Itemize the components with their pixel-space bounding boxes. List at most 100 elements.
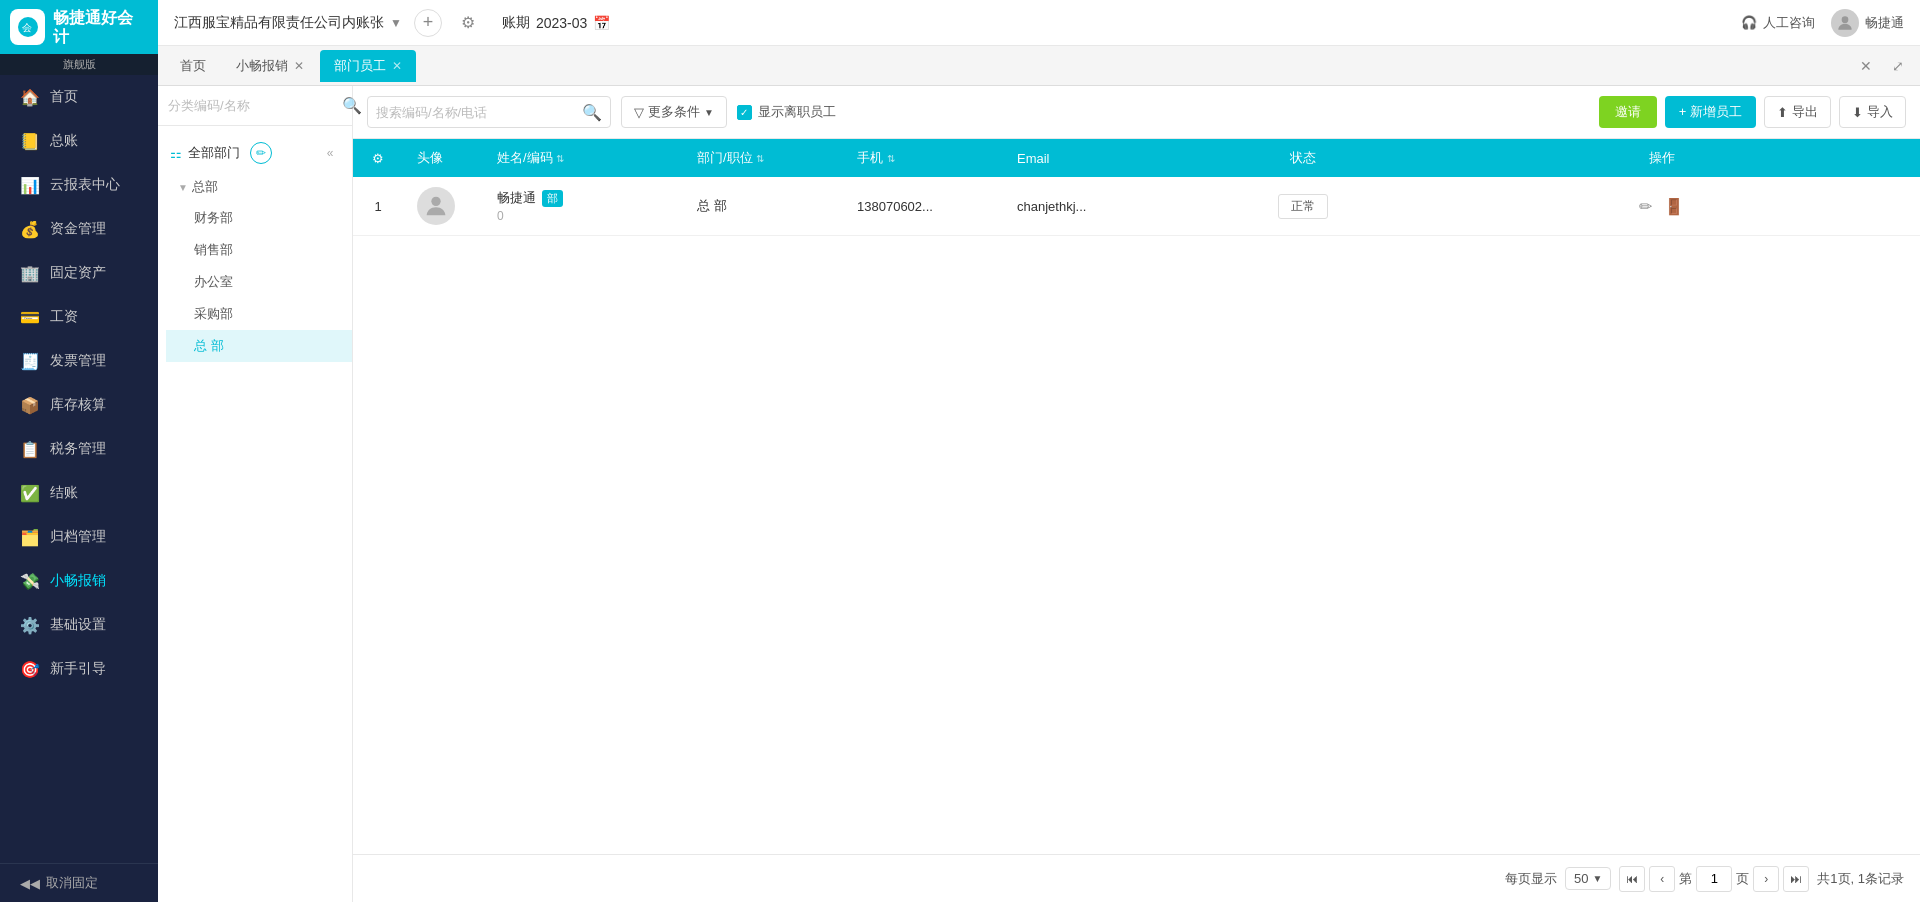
avatar	[1831, 9, 1859, 37]
import-button[interactable]: ⬇ 导入	[1839, 96, 1906, 128]
sidebar-item-funds-label: 资金管理	[50, 220, 106, 238]
col-dept[interactable]: 部门/职位 ⇅	[683, 139, 843, 177]
col-settings[interactable]: ⚙	[353, 139, 403, 177]
sidebar-item-invoice[interactable]: 🧾 发票管理	[0, 339, 158, 383]
user-menu[interactable]: 畅捷通	[1831, 9, 1904, 37]
employee-table-container: ⚙ 头像 姓名/编码 ⇅ 部门/职位 ⇅ 手机	[353, 139, 1920, 854]
tab-home[interactable]: 首页	[166, 50, 220, 82]
per-page-chevron-icon: ▼	[1592, 873, 1602, 884]
per-page-label: 每页显示	[1505, 870, 1557, 888]
sidebar-item-closing-label: 结账	[50, 484, 78, 502]
dept-item-office[interactable]: 办公室	[166, 266, 352, 298]
app-edition: 旗舰版	[0, 54, 158, 75]
salary-icon: 💳	[20, 307, 40, 327]
tab-home-label: 首页	[180, 57, 206, 75]
sidebar-item-archive[interactable]: 🗂️ 归档管理	[0, 515, 158, 559]
search-icon[interactable]: 🔍	[582, 103, 602, 122]
page-input[interactable]	[1696, 866, 1732, 892]
tabs-actions: ✕ ⤢	[1852, 52, 1912, 80]
sidebar-item-ledger[interactable]: 📒 总账	[0, 119, 158, 163]
tab-employees-close[interactable]: ✕	[392, 59, 402, 73]
dept-group-hq-header[interactable]: ▼ 总部	[166, 172, 352, 202]
sidebar-item-reports[interactable]: 📊 云报表中心	[0, 163, 158, 207]
employee-name: 畅捷通	[497, 189, 536, 207]
close-tab-button[interactable]: ✕	[1852, 52, 1880, 80]
sidebar-item-guide[interactable]: 🎯 新手引导	[0, 647, 158, 691]
delete-employee-button[interactable]: 🚪	[1664, 197, 1684, 216]
user-name: 畅捷通	[1865, 14, 1904, 32]
guide-icon: 🎯	[20, 659, 40, 679]
sidebar-item-expense[interactable]: 💸 小畅报销	[0, 559, 158, 603]
sidebar-item-closing[interactable]: ✅ 结账	[0, 471, 158, 515]
company-settings-button[interactable]: ⚙	[454, 9, 482, 37]
prev-page-button[interactable]: ‹	[1649, 866, 1675, 892]
maximize-tab-button[interactable]: ⤢	[1884, 52, 1912, 80]
dept-search-input[interactable]	[168, 98, 336, 113]
row-status-cell: 正常	[1203, 177, 1403, 236]
edit-employee-button[interactable]: ✏	[1639, 197, 1652, 216]
all-departments[interactable]: ⚏ 全部部门 ✏ «	[158, 134, 352, 172]
tab-employees[interactable]: 部门员工 ✕	[320, 50, 416, 82]
edit-dept-button[interactable]: ✏	[250, 142, 272, 164]
filter-button[interactable]: ▽ 更多条件 ▼	[621, 96, 727, 128]
per-page-select[interactable]: 50 ▼	[1565, 867, 1611, 890]
first-page-button[interactable]: ⏮	[1619, 866, 1645, 892]
col-email: Email	[1003, 139, 1203, 177]
archive-icon: 🗂️	[20, 527, 40, 547]
inventory-icon: 📦	[20, 395, 40, 415]
customer-service-button[interactable]: 🎧 人工咨询	[1741, 14, 1815, 32]
col-phone[interactable]: 手机 ⇅	[843, 139, 1003, 177]
add-employee-button[interactable]: + 新增员工	[1665, 96, 1756, 128]
topbar: 江西服宝精品有限责任公司内账张 ▼ + ⚙ 账期 2023-03 📅 🎧 人工咨…	[158, 0, 1920, 46]
period-label: 账期	[502, 14, 530, 32]
ledger-icon: 📒	[20, 131, 40, 151]
employee-dept-badge: 部	[542, 190, 563, 207]
add-company-button[interactable]: +	[414, 9, 442, 37]
service-label: 人工咨询	[1763, 14, 1815, 32]
invite-button[interactable]: 邀请	[1599, 96, 1657, 128]
dept-search-box: 🔍	[158, 86, 352, 126]
col-avatar: 头像	[403, 139, 483, 177]
dept-item-sales[interactable]: 销售部	[166, 234, 352, 266]
unpin-button[interactable]: ◀◀ 取消固定	[20, 874, 138, 892]
dropdown-icon: ▼	[390, 16, 402, 30]
sidebar-item-funds[interactable]: 💰 资金管理	[0, 207, 158, 251]
collapse-dept-button[interactable]: «	[320, 143, 340, 163]
import-icon: ⬇	[1852, 105, 1863, 120]
calendar-icon[interactable]: 📅	[593, 15, 610, 31]
filter-icon: ▽	[634, 105, 644, 120]
employee-search-input[interactable]	[376, 105, 576, 120]
dept-item-general[interactable]: 总 部	[166, 330, 352, 362]
dept-item-finance[interactable]: 财务部	[166, 202, 352, 234]
dept-general-label: 总 部	[194, 338, 224, 353]
tab-employees-label: 部门员工	[334, 57, 386, 75]
employee-code: 0	[497, 209, 669, 223]
sidebar-item-assets[interactable]: 🏢 固定资产	[0, 251, 158, 295]
dept-item-purchase[interactable]: 采购部	[166, 298, 352, 330]
page-word: 第	[1679, 870, 1692, 888]
col-name[interactable]: 姓名/编码 ⇅	[483, 139, 683, 177]
app-logo-icon: 会	[10, 9, 45, 45]
export-button[interactable]: ⬆ 导出	[1764, 96, 1831, 128]
next-page-button[interactable]: ›	[1753, 866, 1779, 892]
show-resigned-toggle[interactable]: ✓ 显示离职员工	[737, 103, 836, 121]
sidebar-item-inventory[interactable]: 📦 库存核算	[0, 383, 158, 427]
tab-expense-close[interactable]: ✕	[294, 59, 304, 73]
pin-icon: ◀◀	[20, 876, 40, 891]
sidebar-item-guide-label: 新手引导	[50, 660, 106, 678]
period-value: 2023-03	[536, 15, 587, 31]
last-page-button[interactable]: ⏭	[1783, 866, 1809, 892]
sidebar-item-archive-label: 归档管理	[50, 528, 106, 546]
tab-expense[interactable]: 小畅报销 ✕	[222, 50, 318, 82]
invoice-icon: 🧾	[20, 351, 40, 371]
sidebar-nav: 🏠 首页 📒 总账 📊 云报表中心 💰 资金管理 🏢 固定资产 💳 工资 🧾 发…	[0, 75, 158, 863]
sidebar-item-settings[interactable]: ⚙️ 基础设置	[0, 603, 158, 647]
company-selector[interactable]: 江西服宝精品有限责任公司内账张 ▼	[174, 14, 402, 32]
sidebar-item-tax[interactable]: 📋 税务管理	[0, 427, 158, 471]
sidebar-item-salary[interactable]: 💳 工资	[0, 295, 158, 339]
sidebar-item-home[interactable]: 🏠 首页	[0, 75, 158, 119]
resigned-checkbox[interactable]: ✓	[737, 105, 752, 120]
sidebar-item-home-label: 首页	[50, 88, 78, 106]
sidebar-item-salary-label: 工资	[50, 308, 78, 326]
sidebar: 会 畅捷通好会计 旗舰版 🏠 首页 📒 总账 📊 云报表中心 💰 资金管理 🏢 …	[0, 0, 158, 902]
